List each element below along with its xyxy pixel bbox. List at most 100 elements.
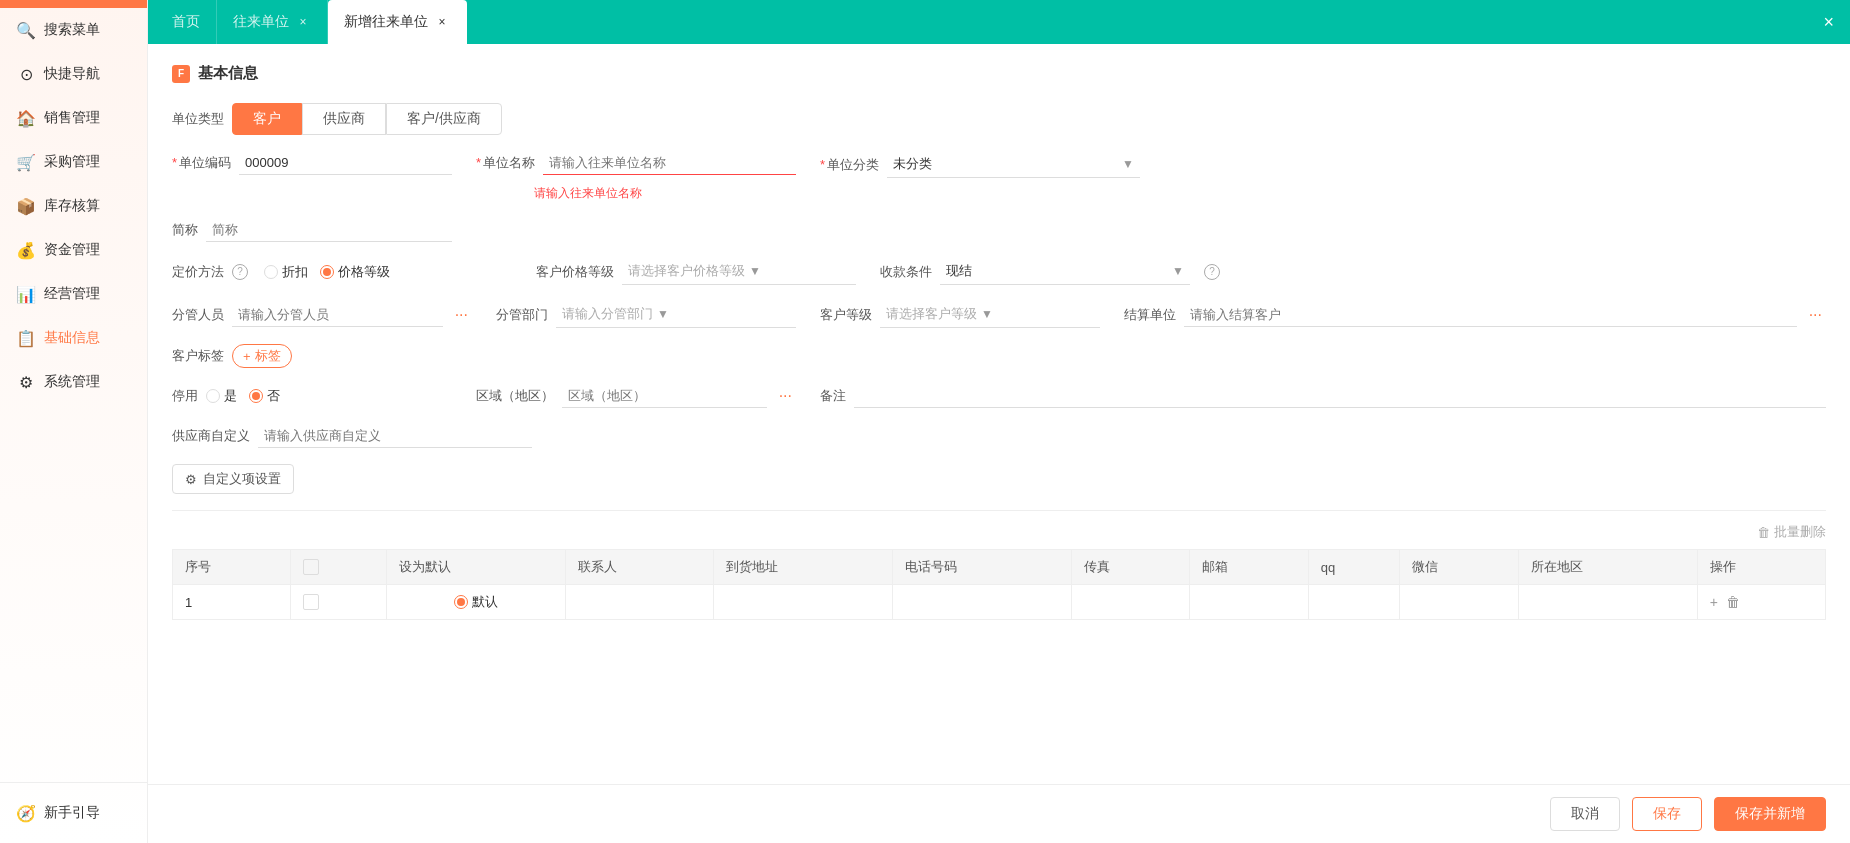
select-all-checkbox[interactable] bbox=[303, 559, 319, 575]
add-tag-button[interactable]: + 标签 bbox=[232, 344, 292, 368]
row-qq bbox=[1308, 585, 1400, 620]
region-input[interactable] bbox=[562, 384, 767, 408]
tab-add-partner-close-icon[interactable]: × bbox=[434, 14, 450, 30]
sidebar-item-label: 快捷导航 bbox=[44, 65, 100, 83]
payment-terms-select[interactable]: 现结 ▼ bbox=[940, 258, 1190, 285]
row-default-radio[interactable]: 默认 bbox=[399, 593, 553, 611]
row-default-label: 默认 bbox=[472, 593, 498, 611]
row-add-button[interactable]: + bbox=[1710, 594, 1718, 610]
unit-type-supplier-btn[interactable]: 供应商 bbox=[302, 103, 386, 135]
disabled-radio-group: 是 否 bbox=[206, 387, 280, 405]
customer-price-label: 客户价格等级 bbox=[536, 263, 614, 281]
sidebar-item-operations[interactable]: 📊 经营管理 bbox=[0, 272, 147, 316]
col-address: 到货地址 bbox=[714, 550, 893, 585]
sidebar-item-system[interactable]: ⚙ 系统管理 bbox=[0, 360, 147, 404]
region-label: 区域（地区） bbox=[476, 387, 554, 405]
save-new-button[interactable]: 保存并新增 bbox=[1714, 797, 1826, 831]
customer-level-chevron-icon: ▼ bbox=[981, 307, 993, 321]
tab-partner[interactable]: 往来单位 × bbox=[217, 0, 328, 44]
row-contact bbox=[565, 585, 714, 620]
disabled-yes-radio[interactable]: 是 bbox=[206, 387, 237, 405]
unit-code-input[interactable] bbox=[239, 151, 452, 175]
col-email: 邮箱 bbox=[1190, 550, 1308, 585]
row-delete-button[interactable]: 🗑 bbox=[1726, 594, 1740, 610]
col-contact: 联系人 bbox=[565, 550, 714, 585]
unit-type-customer-btn[interactable]: 客户 bbox=[232, 103, 302, 135]
row-address bbox=[714, 585, 893, 620]
row-no: 1 bbox=[173, 585, 291, 620]
disabled-no-circle bbox=[249, 389, 263, 403]
remarks-input[interactable] bbox=[854, 384, 1826, 408]
customer-price-select[interactable]: 请选择客户价格等级 ▼ bbox=[622, 258, 856, 285]
custom-settings-button[interactable]: ⚙ 自定义项设置 bbox=[172, 464, 294, 494]
supplier-custom-input[interactable] bbox=[258, 424, 532, 448]
payment-terms-field: 收款条件 现结 ▼ ? bbox=[880, 258, 1220, 285]
pricing-discount-radio[interactable]: 折扣 bbox=[264, 263, 308, 281]
department-placeholder: 请输入分管部门 bbox=[562, 305, 653, 323]
unit-name-label: *单位名称 bbox=[476, 154, 535, 172]
customer-tag-field: 客户标签 + 标签 bbox=[172, 344, 292, 368]
manager-dots-icon[interactable]: ··· bbox=[451, 306, 472, 324]
short-name-input[interactable] bbox=[206, 218, 452, 242]
sidebar-item-label: 库存核算 bbox=[44, 197, 100, 215]
short-name-field: 简称 bbox=[172, 218, 452, 242]
col-fax: 传真 bbox=[1071, 550, 1189, 585]
sidebar-item-basic-info[interactable]: 📋 基础信息 bbox=[0, 316, 147, 360]
search-icon: 🔍 bbox=[16, 20, 36, 40]
department-select[interactable]: 请输入分管部门 ▼ bbox=[556, 301, 796, 328]
payment-terms-chevron-icon: ▼ bbox=[1172, 264, 1184, 278]
supplier-custom-label: 供应商自定义 bbox=[172, 427, 250, 445]
payment-terms-value: 现结 bbox=[946, 262, 1168, 280]
save-button[interactable]: 保存 bbox=[1632, 797, 1702, 831]
add-tag-plus-icon: + bbox=[243, 349, 251, 364]
manager-field: 分管人员 ··· bbox=[172, 303, 472, 327]
settlement-unit-field: 结算单位 ··· bbox=[1124, 303, 1826, 327]
tab-partner-close-icon[interactable]: × bbox=[295, 14, 311, 30]
customer-level-select[interactable]: 请选择客户等级 ▼ bbox=[880, 301, 1100, 328]
sales-icon: 🏠 bbox=[16, 108, 36, 128]
basic-info-icon: 📋 bbox=[16, 328, 36, 348]
unit-name-input[interactable] bbox=[543, 151, 796, 175]
customer-price-chevron-icon: ▼ bbox=[749, 264, 761, 278]
batch-delete-button[interactable]: 🗑 批量删除 bbox=[1757, 523, 1826, 541]
unit-type-both-btn[interactable]: 客户/供应商 bbox=[386, 103, 502, 135]
pricing-help-icon[interactable]: ? bbox=[232, 264, 248, 280]
custom-settings-label: 自定义项设置 bbox=[203, 470, 281, 488]
row-actions: + 🗑 bbox=[1697, 585, 1825, 620]
tab-home[interactable]: 首页 bbox=[156, 0, 217, 44]
disabled-no-radio[interactable]: 否 bbox=[249, 387, 280, 405]
sidebar-item-guide[interactable]: 🧭 新手引导 bbox=[0, 791, 147, 835]
short-name-label: 简称 bbox=[172, 221, 198, 239]
tab-partner-label: 往来单位 bbox=[233, 13, 289, 31]
sidebar-item-purchase[interactable]: 🛒 采购管理 bbox=[0, 140, 147, 184]
sidebar-item-finance[interactable]: 💰 资金管理 bbox=[0, 228, 147, 272]
settlement-unit-dots-icon[interactable]: ··· bbox=[1805, 306, 1826, 324]
disabled-row: 停用 是 否 区域（地区） ··· bbox=[172, 384, 1826, 408]
sidebar-item-label: 采购管理 bbox=[44, 153, 100, 171]
sidebar-item-label: 资金管理 bbox=[44, 241, 100, 259]
sidebar-item-sales[interactable]: 🏠 销售管理 bbox=[0, 96, 147, 140]
supplier-custom-row: 供应商自定义 bbox=[172, 424, 1826, 448]
sidebar-item-inventory[interactable]: 📦 库存核算 bbox=[0, 184, 147, 228]
settlement-unit-label: 结算单位 bbox=[1124, 306, 1176, 324]
pricing-level-radio[interactable]: 价格等级 bbox=[320, 263, 390, 281]
settlement-unit-input[interactable] bbox=[1184, 303, 1797, 327]
unit-category-select[interactable]: 未分类 ▼ bbox=[887, 151, 1140, 178]
section-title-icon: F bbox=[172, 65, 190, 83]
unit-code-label: *单位编码 bbox=[172, 154, 231, 172]
sidebar-item-quick-nav[interactable]: ⊙ 快捷导航 bbox=[0, 52, 147, 96]
cancel-button[interactable]: 取消 bbox=[1550, 797, 1620, 831]
unit-type-label: 单位类型 bbox=[172, 110, 224, 128]
table-row: 1 默认 bbox=[173, 585, 1826, 620]
row-checkbox[interactable] bbox=[303, 594, 319, 610]
col-actions: 操作 bbox=[1697, 550, 1825, 585]
system-icon: ⚙ bbox=[16, 372, 36, 392]
pricing-level-circle bbox=[320, 265, 334, 279]
inventory-icon: 📦 bbox=[16, 196, 36, 216]
payment-terms-help-icon[interactable]: ? bbox=[1204, 264, 1220, 280]
tab-add-partner[interactable]: 新增往来单位 × bbox=[328, 0, 467, 44]
sidebar-item-search[interactable]: 🔍 搜索菜单 bbox=[0, 8, 147, 52]
window-close-icon[interactable]: × bbox=[1815, 8, 1842, 37]
manager-input[interactable] bbox=[232, 303, 443, 327]
region-dots-icon[interactable]: ··· bbox=[775, 387, 796, 405]
